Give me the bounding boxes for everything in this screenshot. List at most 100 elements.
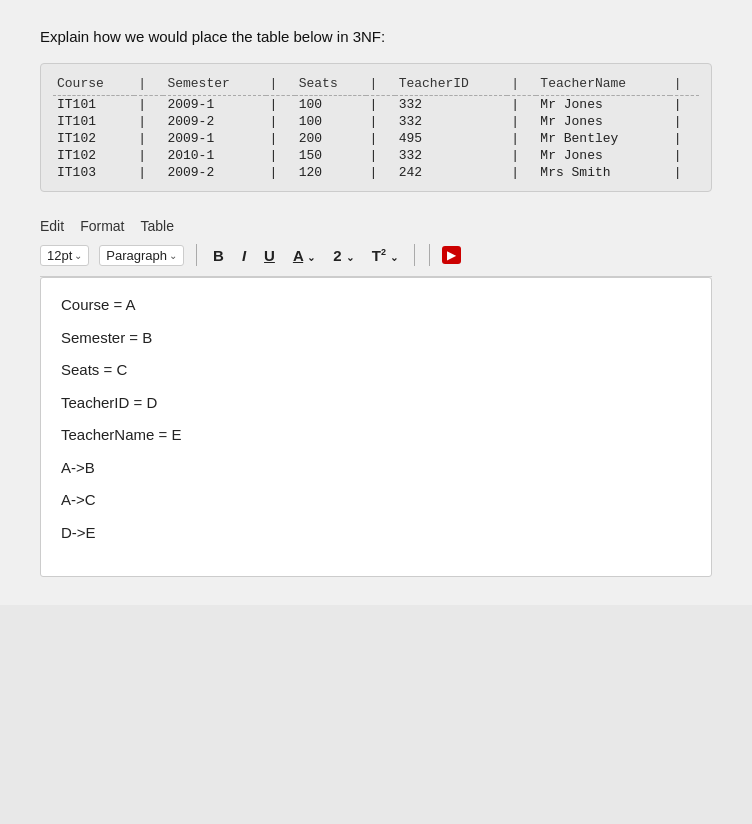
table-cell: 100 (295, 96, 366, 114)
table-cell: 495 (395, 130, 508, 147)
italic-button[interactable]: I (238, 245, 250, 266)
editor-line: D->E (61, 522, 691, 545)
table-cell: Mr Jones (536, 96, 669, 114)
cell-sep: | (134, 164, 163, 181)
page: Explain how we would place the table bel… (0, 0, 752, 605)
cell-sep: | (670, 147, 699, 164)
cell-sep: | (134, 147, 163, 164)
font-color-button[interactable]: A ⌄ (289, 245, 319, 266)
font-color-label: A (293, 247, 303, 264)
table-cell: IT101 (53, 113, 134, 130)
table-row: IT101|2009-2|100|332|Mr Jones| (53, 113, 699, 130)
highlight-button[interactable]: 2 ⌄ (329, 245, 358, 266)
table-cell: 200 (295, 130, 366, 147)
table-cell: 2009-1 (163, 96, 265, 114)
table-cell: 242 (395, 164, 508, 181)
db-table-container: Course | Semester | Seats | TeacherID | … (40, 63, 712, 192)
media-button[interactable]: ▶ (442, 246, 461, 264)
font-size-chevron: ⌄ (74, 250, 82, 261)
highlight-label: 2 (333, 247, 341, 264)
sep5: | (670, 74, 699, 96)
font-size-value: 12pt (47, 248, 72, 263)
cell-sep: | (134, 130, 163, 147)
sep2: | (266, 74, 295, 96)
underline-button[interactable]: U (260, 245, 279, 266)
cell-sep: | (670, 113, 699, 130)
toolbar-separator-1 (196, 244, 197, 266)
cell-sep: | (507, 130, 536, 147)
table-row: IT102|2009-1|200|495|Mr Bentley| (53, 130, 699, 147)
bold-button[interactable]: B (209, 245, 228, 266)
table-cell: 2009-2 (163, 113, 265, 130)
question-text: Explain how we would place the table bel… (40, 28, 712, 45)
superscript-button[interactable]: T2 ⌄ (368, 245, 402, 266)
col-teacherid: TeacherID (395, 74, 508, 96)
cell-sep: | (366, 113, 395, 130)
table-cell: Mr Jones (536, 147, 669, 164)
table-cell: Mr Bentley (536, 130, 669, 147)
cell-sep: | (266, 147, 295, 164)
font-color-chevron: ⌄ (307, 252, 315, 263)
cell-sep: | (366, 164, 395, 181)
col-semester: Semester (163, 74, 265, 96)
cell-sep: | (670, 130, 699, 147)
col-seats: Seats (295, 74, 366, 96)
cell-sep: | (507, 164, 536, 181)
sep4: | (507, 74, 536, 96)
cell-sep: | (366, 147, 395, 164)
menu-edit[interactable]: Edit (40, 218, 64, 234)
table-cell: IT103 (53, 164, 134, 181)
font-size-dropdown[interactable]: 12pt ⌄ (40, 245, 89, 266)
table-cell: Mr Jones (536, 113, 669, 130)
menu-format[interactable]: Format (80, 218, 124, 234)
table-cell: 332 (395, 96, 508, 114)
table-row: IT101|2009-1|100|332|Mr Jones| (53, 96, 699, 114)
table-cell: 100 (295, 113, 366, 130)
cell-sep: | (670, 96, 699, 114)
editor-line: Seats = C (61, 359, 691, 382)
cell-sep: | (266, 164, 295, 181)
col-teachername: TeacherName (536, 74, 669, 96)
toolbar-separator-3 (429, 244, 430, 266)
editor-line: TeacherID = D (61, 392, 691, 415)
cell-sep: | (507, 147, 536, 164)
editor-line: A->C (61, 489, 691, 512)
table-cell: 150 (295, 147, 366, 164)
editor-line: A->B (61, 457, 691, 480)
editor-line: TeacherName = E (61, 424, 691, 447)
toolbar-separator-2 (414, 244, 415, 266)
table-cell: Mrs Smith (536, 164, 669, 181)
editor-menu-bar: Edit Format Table (40, 210, 712, 238)
table-cell: 332 (395, 113, 508, 130)
table-header-row: Course | Semester | Seats | TeacherID | … (53, 74, 699, 96)
cell-sep: | (266, 96, 295, 114)
table-cell: IT102 (53, 130, 134, 147)
db-table: Course | Semester | Seats | TeacherID | … (53, 74, 699, 181)
table-row: IT103|2009-2|120|242|Mrs Smith| (53, 164, 699, 181)
sep1: | (134, 74, 163, 96)
cell-sep: | (507, 96, 536, 114)
highlight-chevron: ⌄ (346, 252, 354, 263)
cell-sep: | (507, 113, 536, 130)
editor-content-area[interactable]: Course = ASemester = BSeats = CTeacherID… (40, 277, 712, 577)
paragraph-chevron: ⌄ (169, 250, 177, 261)
paragraph-value: Paragraph (106, 248, 167, 263)
table-cell: IT102 (53, 147, 134, 164)
cell-sep: | (266, 113, 295, 130)
table-cell: 2009-2 (163, 164, 265, 181)
table-cell: 2010-1 (163, 147, 265, 164)
table-row: IT102|2010-1|150|332|Mr Jones| (53, 147, 699, 164)
table-cell: 120 (295, 164, 366, 181)
paragraph-dropdown[interactable]: Paragraph ⌄ (99, 245, 184, 266)
toolbar-menu: Edit Format Table (40, 218, 174, 234)
cell-sep: | (366, 96, 395, 114)
cell-sep: | (134, 113, 163, 130)
editor-line: Course = A (61, 294, 691, 317)
superscript-chevron: ⌄ (390, 252, 398, 263)
cell-sep: | (134, 96, 163, 114)
menu-table[interactable]: Table (140, 218, 173, 234)
superscript-label: T (372, 247, 381, 264)
table-cell: IT101 (53, 96, 134, 114)
superscript-num: 2 (381, 247, 386, 257)
cell-sep: | (266, 130, 295, 147)
